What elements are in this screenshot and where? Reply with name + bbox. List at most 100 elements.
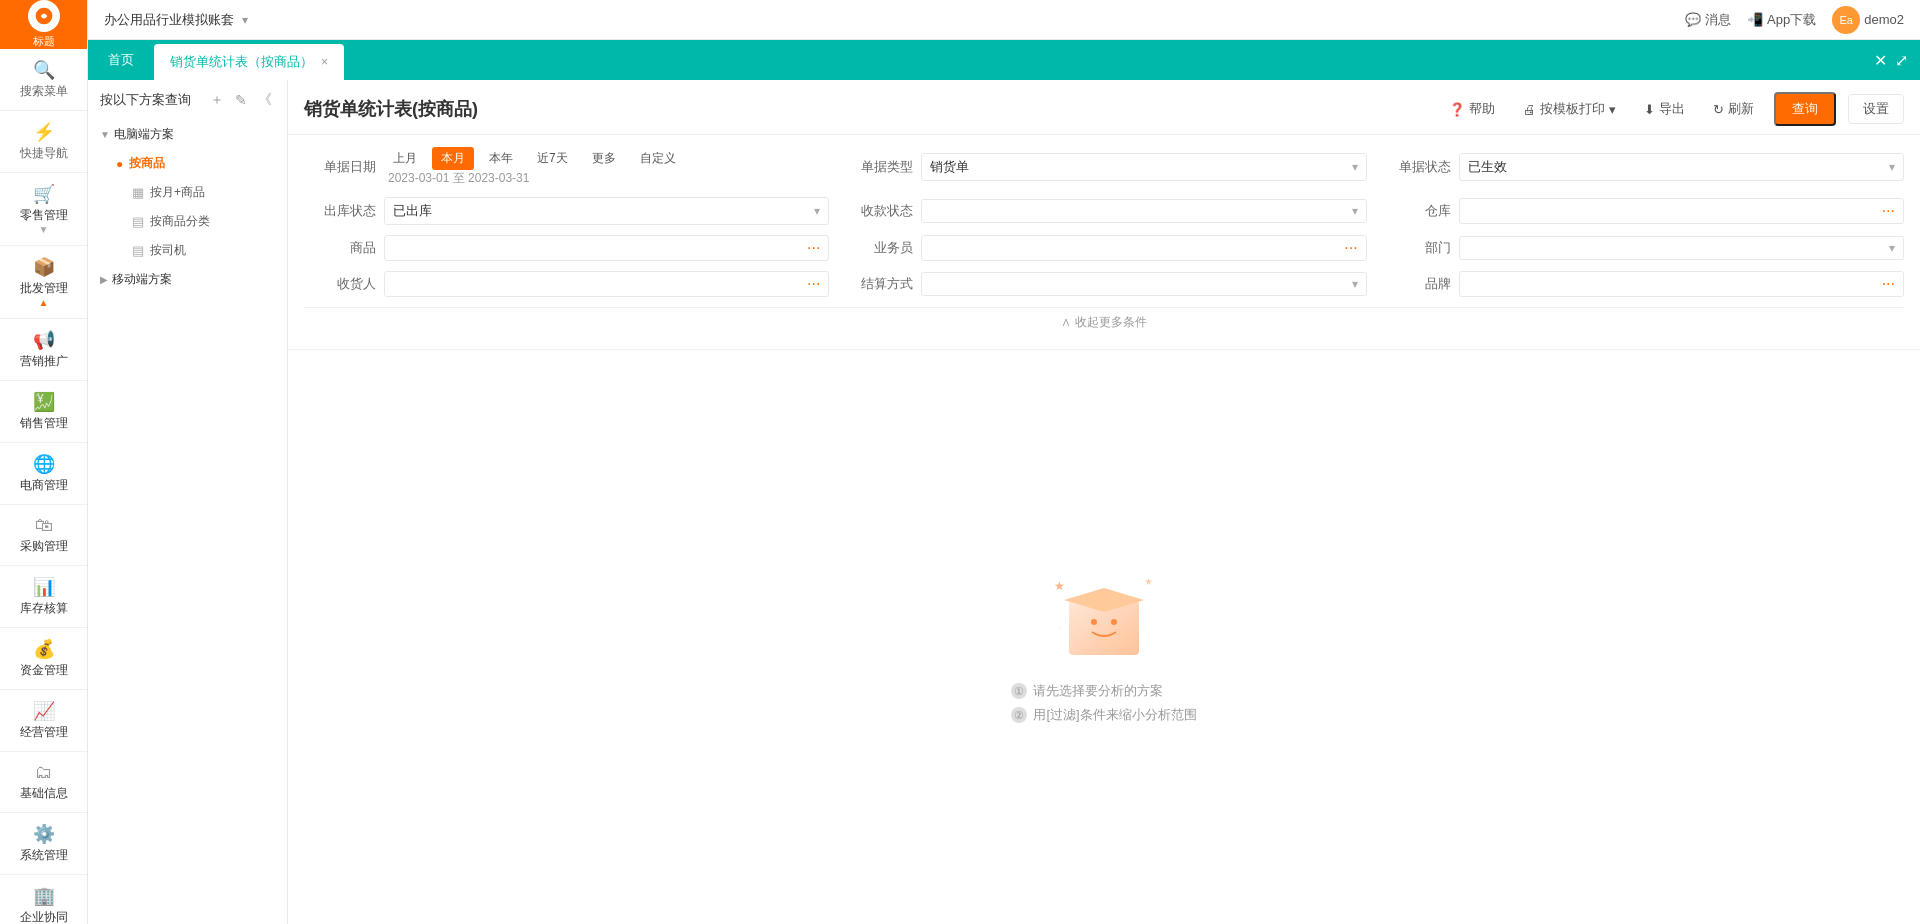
svg-text:★: ★ xyxy=(1054,579,1065,593)
tab-window-icon[interactable]: ✕ xyxy=(1874,51,1887,70)
goods-dots-icon[interactable]: ··· xyxy=(807,240,820,256)
date-btn-this-month[interactable]: 本月 xyxy=(432,147,474,170)
tree-item-by-month-goods[interactable]: ▦ 按月+商品 xyxy=(88,178,287,207)
outstatus-label: 出库状态 xyxy=(304,202,384,220)
tabbar: 首页 销货单统计表（按商品） × ✕ ⤢ xyxy=(88,40,1920,80)
warehouse-dots-icon[interactable]: ··· xyxy=(1882,203,1895,219)
sidebar-item-retail[interactable]: 🛒 零售管理 ▼ xyxy=(0,173,87,246)
collapse-panel-btn[interactable]: 《 xyxy=(255,90,275,110)
outstatus-select[interactable]: 已出库 ▾ xyxy=(384,197,829,225)
industry-dropdown-icon[interactable]: ▾ xyxy=(242,13,248,27)
retail-label: 零售管理 xyxy=(20,207,68,224)
sidebar-search[interactable]: 🔍 搜索菜单 xyxy=(0,49,87,111)
date-btn-7days[interactable]: 近7天 xyxy=(528,147,577,170)
app-logo[interactable]: 标题 xyxy=(0,0,88,49)
status-select[interactable]: 已生效 ▾ xyxy=(1459,153,1904,181)
brand-dots-icon[interactable]: ··· xyxy=(1882,276,1895,292)
collectstatus-select[interactable]: ▾ xyxy=(921,199,1366,223)
sidebar-item-finance[interactable]: 💰 资金管理 xyxy=(0,628,87,690)
sidebar-quicknav[interactable]: ⚡ 快捷导航 xyxy=(0,111,87,173)
salesman-input[interactable]: ··· xyxy=(921,235,1366,261)
empty-tips: ① 请先选择要分析的方案 ② 用[过滤]条件来缩小分析范围 xyxy=(1011,682,1196,724)
tree-item-month-goods-label: 按月+商品 xyxy=(150,184,205,201)
tree-item-goods-label: 按商品 xyxy=(129,155,165,172)
tree-item-by-category[interactable]: ▤ 按商品分类 xyxy=(88,207,287,236)
empty-tip-2-text: 用[过滤]条件来缩小分析范围 xyxy=(1033,706,1196,724)
sidebar-item-operation[interactable]: 📈 经营管理 xyxy=(0,690,87,752)
right-panel: 销货单统计表(按商品) ❓ 帮助 🖨 按模板打印 ▾ ⬇ 导出 xyxy=(288,80,1920,924)
edit-scheme-btn[interactable]: ✎ xyxy=(231,90,251,110)
collectstatus-label: 收款状态 xyxy=(841,202,921,220)
filter-warehouse-value: ··· xyxy=(1459,198,1904,224)
export-btn[interactable]: ⬇ 导出 xyxy=(1636,96,1693,122)
settle-select[interactable]: ▾ xyxy=(921,272,1366,296)
filter-outstatus-cell: 出库状态 已出库 ▾ xyxy=(304,197,829,225)
filter-row-3: 商品 ··· 业务员 ··· xyxy=(304,235,1904,261)
empty-tip-1: ① 请先选择要分析的方案 xyxy=(1011,682,1196,700)
sidebar-item-basic[interactable]: 🗂 基础信息 xyxy=(0,752,87,813)
receiver-dots-icon[interactable]: ··· xyxy=(807,276,820,292)
user-btn[interactable]: Ea demo2 xyxy=(1832,6,1904,34)
basic-label: 基础信息 xyxy=(20,785,68,802)
tab-active[interactable]: 销货单统计表（按商品） × xyxy=(154,44,344,80)
sidebar-item-system[interactable]: ⚙️ 系统管理 xyxy=(0,813,87,875)
warehouse-input[interactable]: ··· xyxy=(1459,198,1904,224)
finance-label: 资金管理 xyxy=(20,662,68,679)
print-btn[interactable]: 🖨 按模板打印 ▾ xyxy=(1515,96,1624,122)
topbar-left: 办公用品行业模拟账套 ▾ xyxy=(104,11,248,29)
sidebar-item-ecom[interactable]: 🌐 电商管理 xyxy=(0,443,87,505)
add-scheme-btn[interactable]: ＋ xyxy=(207,90,227,110)
refresh-btn[interactable]: ↻ 刷新 xyxy=(1705,96,1762,122)
dept-select[interactable]: ▾ xyxy=(1459,236,1904,260)
date-btn-last-month[interactable]: 上月 xyxy=(384,147,426,170)
settings-label: 设置 xyxy=(1863,100,1889,118)
sidebar-item-enterprise[interactable]: 🏢 企业协同 xyxy=(0,875,87,924)
empty-state: ★ ★ · ① 请先选择要分析的方案 ② 用[过滤]条件来缩小分析范围 xyxy=(288,350,1920,924)
sidebar-item-stock[interactable]: 📊 库存核算 xyxy=(0,566,87,628)
tab-home[interactable]: 首页 xyxy=(88,40,154,80)
filter-dept-value: ▾ xyxy=(1459,236,1904,260)
brand-input[interactable]: ··· xyxy=(1459,271,1904,297)
filter-area: 单据日期 上月 本月 本年 近7天 更多 自定义 2023-03-01 至 20… xyxy=(288,135,1920,350)
sales-label: 销售管理 xyxy=(20,415,68,432)
tree-arrow-down: ▼ xyxy=(100,129,110,140)
msg-btn[interactable]: 💬 消息 xyxy=(1685,11,1731,29)
print-label: 按模板打印 xyxy=(1540,100,1605,118)
date-btn-this-year[interactable]: 本年 xyxy=(480,147,522,170)
sidebar-item-wholesale[interactable]: 📦 批发管理 ▲ xyxy=(0,246,87,319)
retail-icon: 🛒 xyxy=(33,183,55,205)
tree-icon-category: ▤ xyxy=(132,214,144,229)
app-download-btn[interactable]: 📲 App下载 xyxy=(1747,11,1816,29)
tree-group-desktop-label[interactable]: ▼ 电脑端方案 xyxy=(88,120,287,149)
tree-group-mobile-label[interactable]: ▶ 移动端方案 xyxy=(88,265,287,294)
logo-icon xyxy=(28,0,60,32)
goods-label: 商品 xyxy=(304,239,384,257)
sidebar-item-purchase[interactable]: 🛍 采购管理 xyxy=(0,505,87,566)
settings-btn[interactable]: 设置 xyxy=(1848,94,1904,124)
collapse-filter-btn[interactable]: ∧ 收起更多条件 xyxy=(304,307,1904,337)
tree-item-by-driver[interactable]: ▤ 按司机 xyxy=(88,236,287,265)
goods-input[interactable]: ··· xyxy=(384,235,829,261)
tab-maximize-icon[interactable]: ⤢ xyxy=(1895,51,1908,70)
date-btn-custom[interactable]: 自定义 xyxy=(631,147,685,170)
help-btn[interactable]: ❓ 帮助 xyxy=(1441,96,1503,122)
date-label: 单据日期 xyxy=(304,158,384,176)
print-dropdown-icon[interactable]: ▾ xyxy=(1609,102,1616,117)
sidebar-item-sales[interactable]: 💹 销售管理 xyxy=(0,381,87,443)
svg-text:★: ★ xyxy=(1144,576,1153,587)
wholesale-arrow: ▲ xyxy=(39,297,49,308)
salesman-dots-icon[interactable]: ··· xyxy=(1344,240,1357,256)
sidebar-item-marketing[interactable]: 📢 营销推广 xyxy=(0,319,87,381)
app-label: App下载 xyxy=(1767,11,1816,29)
settle-chevron-icon: ▾ xyxy=(1352,277,1358,291)
query-btn[interactable]: 查询 xyxy=(1774,92,1836,126)
receiver-input[interactable]: ··· xyxy=(384,271,829,297)
sales-icon: 💹 xyxy=(33,391,55,413)
main-area: 办公用品行业模拟账套 ▾ 💬 消息 📲 App下载 Ea demo2 首页 xyxy=(88,0,1920,924)
left-panel-actions: ＋ ✎ 《 xyxy=(207,90,275,110)
type-select[interactable]: 销货单 ▾ xyxy=(921,153,1366,181)
filter-goods-cell: 商品 ··· xyxy=(304,235,829,261)
tab-close-icon[interactable]: × xyxy=(321,55,328,69)
date-btn-more[interactable]: 更多 xyxy=(583,147,625,170)
tree-item-by-goods[interactable]: ● 按商品 xyxy=(88,149,287,178)
